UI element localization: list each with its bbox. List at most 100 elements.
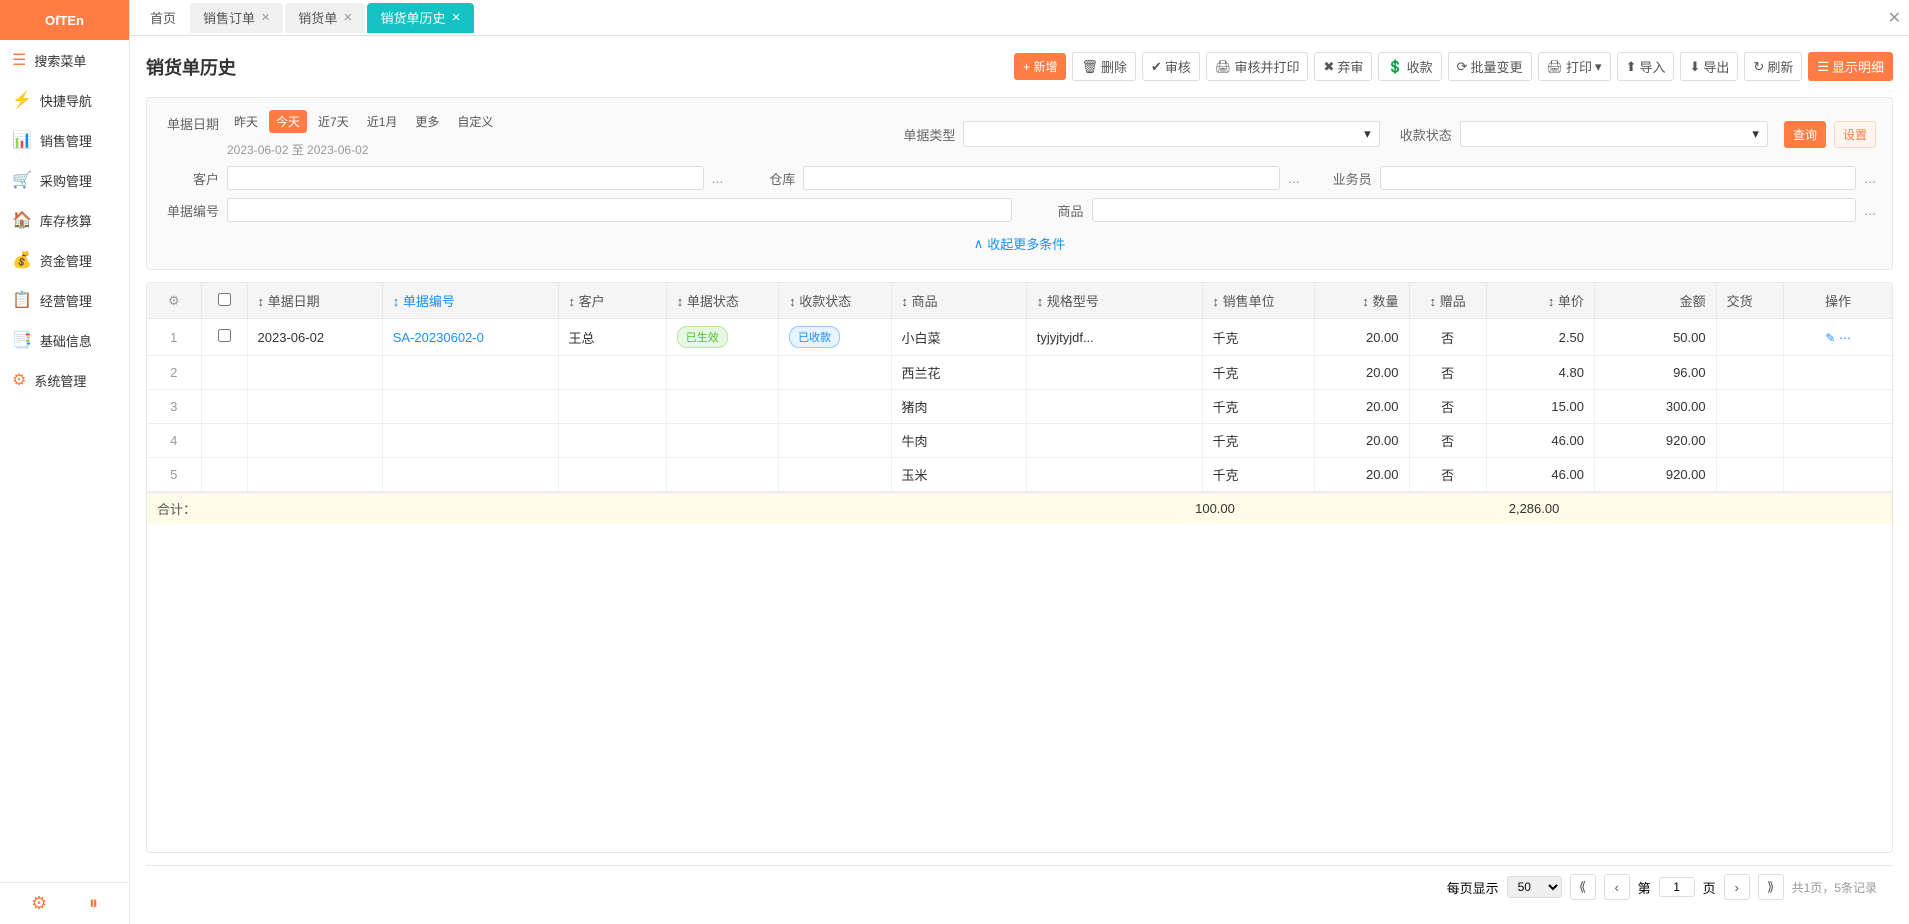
customer-dots[interactable]: ...: [712, 170, 724, 186]
business-input[interactable]: [1380, 166, 1857, 190]
prev-page-button[interactable]: ‹: [1604, 874, 1630, 900]
export-button[interactable]: ⬇ 导出: [1680, 52, 1738, 81]
row-edit-btn[interactable]: ✎: [1825, 331, 1835, 345]
col-price-header[interactable]: ↕ 单价: [1486, 283, 1594, 319]
col-doc-status-header[interactable]: ↕ 单据状态: [666, 283, 778, 319]
settings-query-button[interactable]: 设置: [1834, 121, 1876, 148]
tab-sales-history-close[interactable]: ✕: [452, 11, 461, 24]
col-qty-header[interactable]: ↕ 数量: [1314, 283, 1409, 319]
footer-cells: 100.00 2,286.00: [237, 501, 1882, 516]
date-btn-today[interactable]: 今天: [269, 110, 307, 133]
page-content: 销货单历史 + 新增 🗑 删除 ✔ 审核 🖨 审核并打印 ✖ 弃审: [130, 36, 1909, 924]
per-page-label: 每页显示: [1447, 878, 1499, 897]
row-action[interactable]: [1784, 390, 1892, 424]
col-check[interactable]: [201, 283, 247, 319]
tab-home[interactable]: 首页: [138, 3, 188, 33]
sidebar-item-quick-nav[interactable]: ⚡ 快捷导航: [0, 80, 129, 120]
page-number-input[interactable]: 1: [1659, 877, 1695, 897]
row-no[interactable]: [382, 424, 558, 458]
row-amount: 920.00: [1594, 424, 1716, 458]
sidebar-settings-icon[interactable]: ⚙: [31, 893, 47, 914]
row-action[interactable]: [1784, 356, 1892, 390]
import-button[interactable]: ⬆ 导入: [1617, 52, 1675, 81]
refresh-button[interactable]: ↻ 刷新: [1744, 52, 1802, 81]
tab-close-all-button[interactable]: ✕: [1888, 8, 1901, 28]
sidebar-item-sales-mgmt[interactable]: 📊 销售管理: [0, 120, 129, 160]
audit-button[interactable]: ✔ 审核: [1142, 52, 1200, 81]
sidebar-logo: OfTEn: [0, 0, 129, 40]
doc-no-input[interactable]: [227, 198, 1012, 222]
row-no[interactable]: [382, 390, 558, 424]
row-customer: [558, 356, 666, 390]
row-action[interactable]: ✎ ⋯: [1784, 319, 1892, 356]
tab-sales-order-close[interactable]: ✕: [261, 11, 270, 24]
print-button[interactable]: 🖨 打印 ▾: [1538, 52, 1611, 81]
next-page-button[interactable]: ›: [1724, 874, 1750, 900]
tab-sales-history[interactable]: 销货单历史 ✕: [367, 3, 473, 33]
row-date: [247, 390, 382, 424]
batch-change-button[interactable]: ⟳ 批量变更: [1448, 52, 1532, 81]
goods-input[interactable]: [1092, 198, 1857, 222]
date-btn-custom[interactable]: 自定义: [450, 110, 500, 133]
select-all-checkbox[interactable]: [218, 293, 231, 306]
sidebar-pause-icon[interactable]: ⏸: [89, 893, 98, 914]
col-settings[interactable]: ⚙: [147, 283, 201, 319]
abandon-button[interactable]: ✖ 弃审: [1314, 52, 1372, 81]
doc-type-select[interactable]: ▾: [963, 121, 1379, 147]
col-no-header[interactable]: ↕ 单据编号: [382, 283, 558, 319]
sidebar-item-inventory[interactable]: 🏠 库存核算: [0, 200, 129, 240]
col-customer-header[interactable]: ↕ 客户: [558, 283, 666, 319]
table-settings-icon[interactable]: ⚙: [168, 293, 180, 308]
sidebar-item-basic-info[interactable]: 📑 基础信息: [0, 320, 129, 360]
last-page-button[interactable]: ⟫: [1758, 874, 1784, 900]
pay-status-select[interactable]: ▾: [1460, 121, 1768, 147]
col-goods-header[interactable]: ↕ 商品: [891, 283, 1026, 319]
warehouse-dots[interactable]: ...: [1288, 170, 1300, 186]
date-btn-7days[interactable]: 近7天: [311, 110, 356, 133]
date-btn-1month[interactable]: 近1月: [360, 110, 405, 133]
per-page-select[interactable]: 20 50 100: [1507, 876, 1562, 898]
row-checkbox-cell[interactable]: [201, 319, 247, 356]
date-btn-more[interactable]: 更多: [408, 110, 446, 133]
new-button[interactable]: + 新增: [1014, 53, 1066, 80]
sidebar-item-purchase-mgmt[interactable]: 🛒 采购管理: [0, 160, 129, 200]
collapse-button[interactable]: ∧ 收起更多条件: [970, 230, 1070, 257]
col-pay-status-header[interactable]: ↕ 收款状态: [779, 283, 891, 319]
tab-sales-goods[interactable]: 销货单 ✕: [285, 3, 365, 33]
sidebar-item-sys-mgmt[interactable]: ⚙ 系统管理: [0, 360, 129, 400]
collect-button[interactable]: 💲 收款: [1378, 52, 1441, 81]
row-no[interactable]: SA-20230602-0: [382, 319, 558, 356]
col-unit-header[interactable]: ↕ 销售单位: [1202, 283, 1314, 319]
row-no[interactable]: [382, 356, 558, 390]
sidebar-item-ops-mgmt[interactable]: 📋 经营管理: [0, 280, 129, 320]
row-checkbox[interactable]: [218, 329, 231, 342]
audit-print-button[interactable]: 🖨 审核并打印: [1206, 52, 1309, 81]
query-button[interactable]: 查询: [1784, 121, 1826, 148]
row-deal: [1716, 424, 1784, 458]
row-more-btn[interactable]: ⋯: [1839, 331, 1851, 345]
customer-input[interactable]: [227, 166, 704, 190]
row-action[interactable]: [1784, 458, 1892, 492]
date-btn-yesterday[interactable]: 昨天: [227, 110, 265, 133]
sidebar-item-search-menu[interactable]: ☰ 搜索菜单: [0, 40, 129, 80]
goods-dots[interactable]: ...: [1864, 202, 1876, 218]
row-checkbox-cell[interactable]: [201, 458, 247, 492]
tab-sales-goods-close[interactable]: ✕: [343, 11, 352, 24]
row-checkbox-cell[interactable]: [201, 390, 247, 424]
col-gift-header[interactable]: ↕ 赠品: [1409, 283, 1486, 319]
tab-sales-order[interactable]: 销售订单 ✕: [190, 3, 283, 33]
delete-button[interactable]: 🗑 删除: [1072, 52, 1136, 81]
sidebar-item-fund-mgmt[interactable]: 💰 资金管理: [0, 240, 129, 280]
warehouse-input[interactable]: [803, 166, 1280, 190]
show-detail-button[interactable]: ☰ 显示明细: [1808, 52, 1893, 81]
col-date-header[interactable]: ↕ 单据日期: [247, 283, 382, 319]
row-index: 3: [147, 390, 201, 424]
business-dots[interactable]: ...: [1864, 170, 1876, 186]
row-checkbox-cell[interactable]: [201, 424, 247, 458]
first-page-button[interactable]: ⟪: [1570, 874, 1596, 900]
row-no[interactable]: [382, 458, 558, 492]
row-qty: 20.00: [1314, 319, 1409, 356]
row-checkbox-cell[interactable]: [201, 356, 247, 390]
row-action[interactable]: [1784, 424, 1892, 458]
col-spec-header[interactable]: ↕ 规格型号: [1026, 283, 1202, 319]
